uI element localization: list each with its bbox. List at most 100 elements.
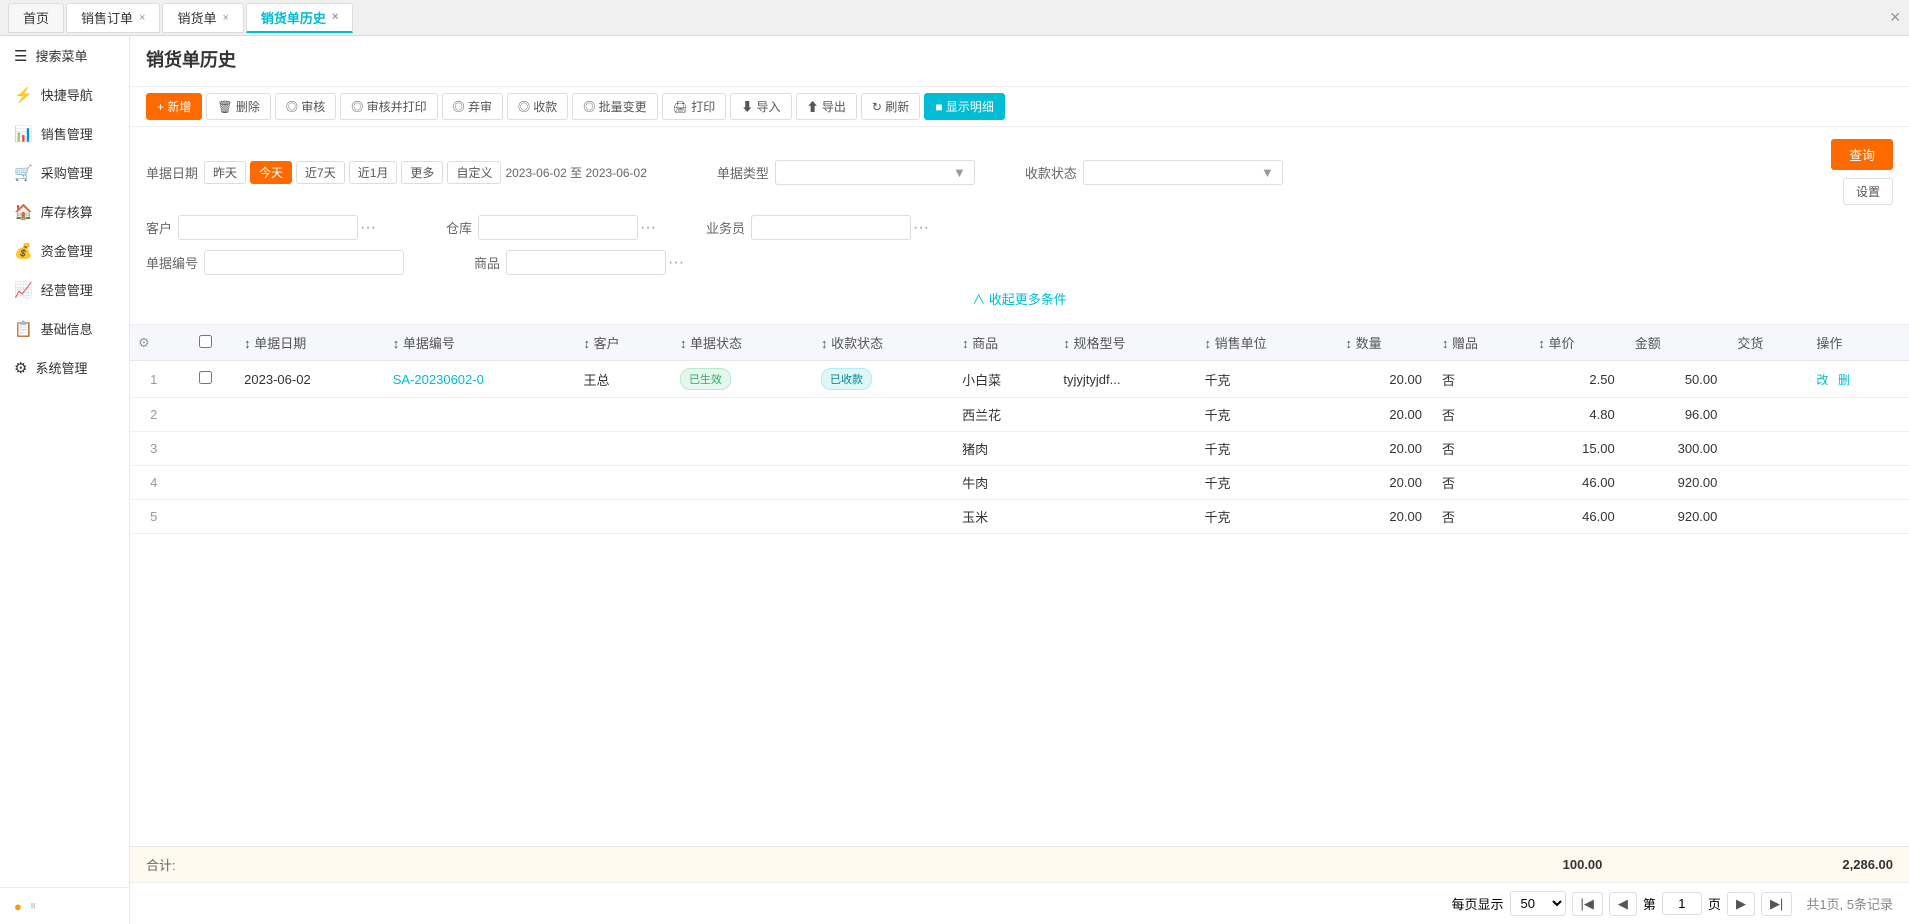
query-button[interactable]: 查询 [1831, 139, 1893, 170]
date-btn-1month[interactable]: 近1月 [349, 161, 398, 184]
warehouse-dots[interactable]: ··· [640, 219, 656, 237]
th-goods[interactable]: ↕ 商品 [952, 325, 1053, 361]
salesperson-dots[interactable]: ··· [913, 219, 929, 237]
sidebar-collapse-icon[interactable]: ● [14, 899, 22, 914]
sidebar-item-purchase-mgmt[interactable]: 🛒 采购管理 [0, 153, 129, 192]
th-unit[interactable]: ↕ 销售单位 [1194, 325, 1335, 361]
refresh-button[interactable]: ↻ 刷新 [861, 93, 920, 120]
th-date[interactable]: ↕ 单据日期 [234, 325, 383, 361]
delete-action[interactable]: 删 [1838, 373, 1850, 387]
th-action: 操作 [1806, 325, 1909, 361]
th-price[interactable]: ↕ 单价 [1528, 325, 1624, 361]
basic-info-icon: 📋 [14, 320, 33, 338]
date-btn-more[interactable]: 更多 [401, 161, 443, 184]
tab-home[interactable]: 首页 [8, 3, 64, 33]
date-btn-custom[interactable]: 自定义 [447, 161, 501, 184]
goods-dots[interactable]: ··· [668, 254, 684, 272]
table-header-row: ⚙ ↕ 单据日期 ↕ 单据编号 ↕ 客户 ↕ 单据状态 ↕ 收款状态 ↕ 商品 … [130, 325, 1909, 361]
show-detail-button[interactable]: ■ 显示明细 [924, 93, 1005, 120]
doc-number-input[interactable] [204, 250, 404, 275]
import-button[interactable]: ⬇ 导入 [730, 93, 791, 120]
close-all-tabs[interactable]: ✕ [1889, 9, 1901, 26]
prev-page-btn[interactable]: ◀ [1609, 892, 1637, 916]
sidebar-quick-nav-label: 快捷导航 [41, 85, 93, 104]
goods-input[interactable] [506, 250, 666, 275]
tab-sales-order-close[interactable]: × [139, 12, 145, 24]
cell-doc-no[interactable] [383, 398, 574, 432]
first-page-btn[interactable]: |◀ [1572, 892, 1603, 916]
cell-doc-no[interactable]: SA-20230602-0 [383, 361, 574, 398]
audit-button[interactable]: ◎ 审核 [275, 93, 336, 120]
tab-sales-goods[interactable]: 销货单 × [162, 3, 243, 33]
collapse-filter-btn[interactable]: ∧ 收起更多条件 [146, 285, 1893, 312]
customer-input[interactable] [178, 215, 358, 240]
collect-button[interactable]: ◎ 收款 [507, 93, 568, 120]
th-doc-status[interactable]: ↕ 单据状态 [670, 325, 811, 361]
th-customer[interactable]: ↕ 客户 [574, 325, 670, 361]
select-all-checkbox[interactable] [199, 335, 212, 348]
cell-delivery [1727, 361, 1806, 398]
cell-unit: 千克 [1194, 466, 1335, 500]
tab-sales-history-close[interactable]: × [332, 11, 338, 23]
th-gift[interactable]: ↕ 赠品 [1432, 325, 1528, 361]
footer-total-amount: 2,286.00 [1842, 857, 1893, 872]
delete-button[interactable]: 🗑 删除 [206, 93, 271, 120]
tab-sales-order[interactable]: 销售订单 × [66, 3, 160, 33]
date-btn-today[interactable]: 今天 [250, 161, 292, 184]
abandon-button[interactable]: ◎ 弃审 [442, 93, 503, 120]
th-collect-status[interactable]: ↕ 收款状态 [811, 325, 952, 361]
sidebar-item-ops-mgmt[interactable]: 📈 经营管理 [0, 270, 129, 309]
cell-doc-no[interactable] [383, 500, 574, 534]
cell-qty: 20.00 [1336, 398, 1432, 432]
cell-qty: 20.00 [1336, 432, 1432, 466]
sidebar-item-sys-mgmt[interactable]: ⚙ 系统管理 [0, 348, 129, 387]
print-button[interactable]: 🖨 打印 [662, 93, 727, 120]
customer-dots[interactable]: ··· [360, 219, 376, 237]
sys-mgmt-icon: ⚙ [14, 359, 27, 377]
row-checkbox[interactable] [199, 371, 212, 384]
sidebar-item-sales-mgmt[interactable]: 📊 销售管理 [0, 114, 129, 153]
cell-doc-no[interactable] [383, 432, 574, 466]
export-button[interactable]: ⬆ 导出 [796, 93, 857, 120]
doc-type-select[interactable]: ▼ [775, 160, 975, 185]
salesperson-input[interactable] [751, 215, 911, 240]
edit-action[interactable]: 改 [1816, 373, 1828, 387]
page-input[interactable] [1662, 892, 1702, 915]
last-page-btn[interactable]: ▶| [1761, 892, 1792, 916]
table-row: 4 牛肉 千克 20.00 否 46.00 920.00 [130, 466, 1909, 500]
th-amount[interactable]: 金额 [1625, 325, 1728, 361]
cell-collect-status [811, 432, 952, 466]
pagination: 每页显示 50 100 200 |◀ ◀ 第 页 ▶ ▶| 共1页, 5条记录 [130, 882, 1909, 924]
warehouse-input[interactable] [478, 215, 638, 240]
sidebar-pause-icon[interactable]: ⏸ [30, 898, 37, 914]
next-page-btn[interactable]: ▶ [1727, 892, 1755, 916]
th-doc-no[interactable]: ↕ 单据编号 [383, 325, 574, 361]
cell-price: 15.00 [1528, 432, 1624, 466]
collect-status-select[interactable]: ▼ [1083, 160, 1283, 185]
sidebar-item-finance[interactable]: 💰 资金管理 [0, 231, 129, 270]
sidebar-item-basic-info[interactable]: 📋 基础信息 [0, 309, 129, 348]
data-table: ⚙ ↕ 单据日期 ↕ 单据编号 ↕ 客户 ↕ 单据状态 ↕ 收款状态 ↕ 商品 … [130, 325, 1909, 534]
sidebar-item-search-menu[interactable]: ☰ 搜索菜单 [0, 36, 129, 75]
batch-change-button[interactable]: ◎ 批量变更 [572, 93, 657, 120]
new-button[interactable]: + 新增 [146, 93, 202, 120]
settings-button[interactable]: 设置 [1843, 178, 1893, 205]
audit-print-button[interactable]: ◎ 审核并打印 [340, 93, 437, 120]
cell-doc-no[interactable] [383, 466, 574, 500]
per-page-select[interactable]: 50 100 200 [1510, 891, 1566, 916]
tab-sales-history[interactable]: 销货单历史 × [246, 3, 353, 33]
sidebar-item-quick-nav[interactable]: ⚡ 快捷导航 [0, 75, 129, 114]
cell-amount: 96.00 [1625, 398, 1728, 432]
sidebar-item-inventory[interactable]: 🏠 库存核算 [0, 192, 129, 231]
th-delivery[interactable]: 交货 [1727, 325, 1806, 361]
th-checkbox [178, 325, 235, 361]
cell-actions: 改 删 [1806, 361, 1909, 398]
tab-sales-goods-close[interactable]: × [222, 12, 228, 24]
date-btn-yesterday[interactable]: 昨天 [204, 161, 246, 184]
th-settings[interactable]: ⚙ [130, 325, 178, 361]
cell-amount: 300.00 [1625, 432, 1728, 466]
date-btn-7days[interactable]: 近7天 [296, 161, 345, 184]
th-spec[interactable]: ↕ 规格型号 [1053, 325, 1194, 361]
th-qty[interactable]: ↕ 数量 [1336, 325, 1432, 361]
table-row: 2 西兰花 千克 20.00 否 4.80 96.00 [130, 398, 1909, 432]
